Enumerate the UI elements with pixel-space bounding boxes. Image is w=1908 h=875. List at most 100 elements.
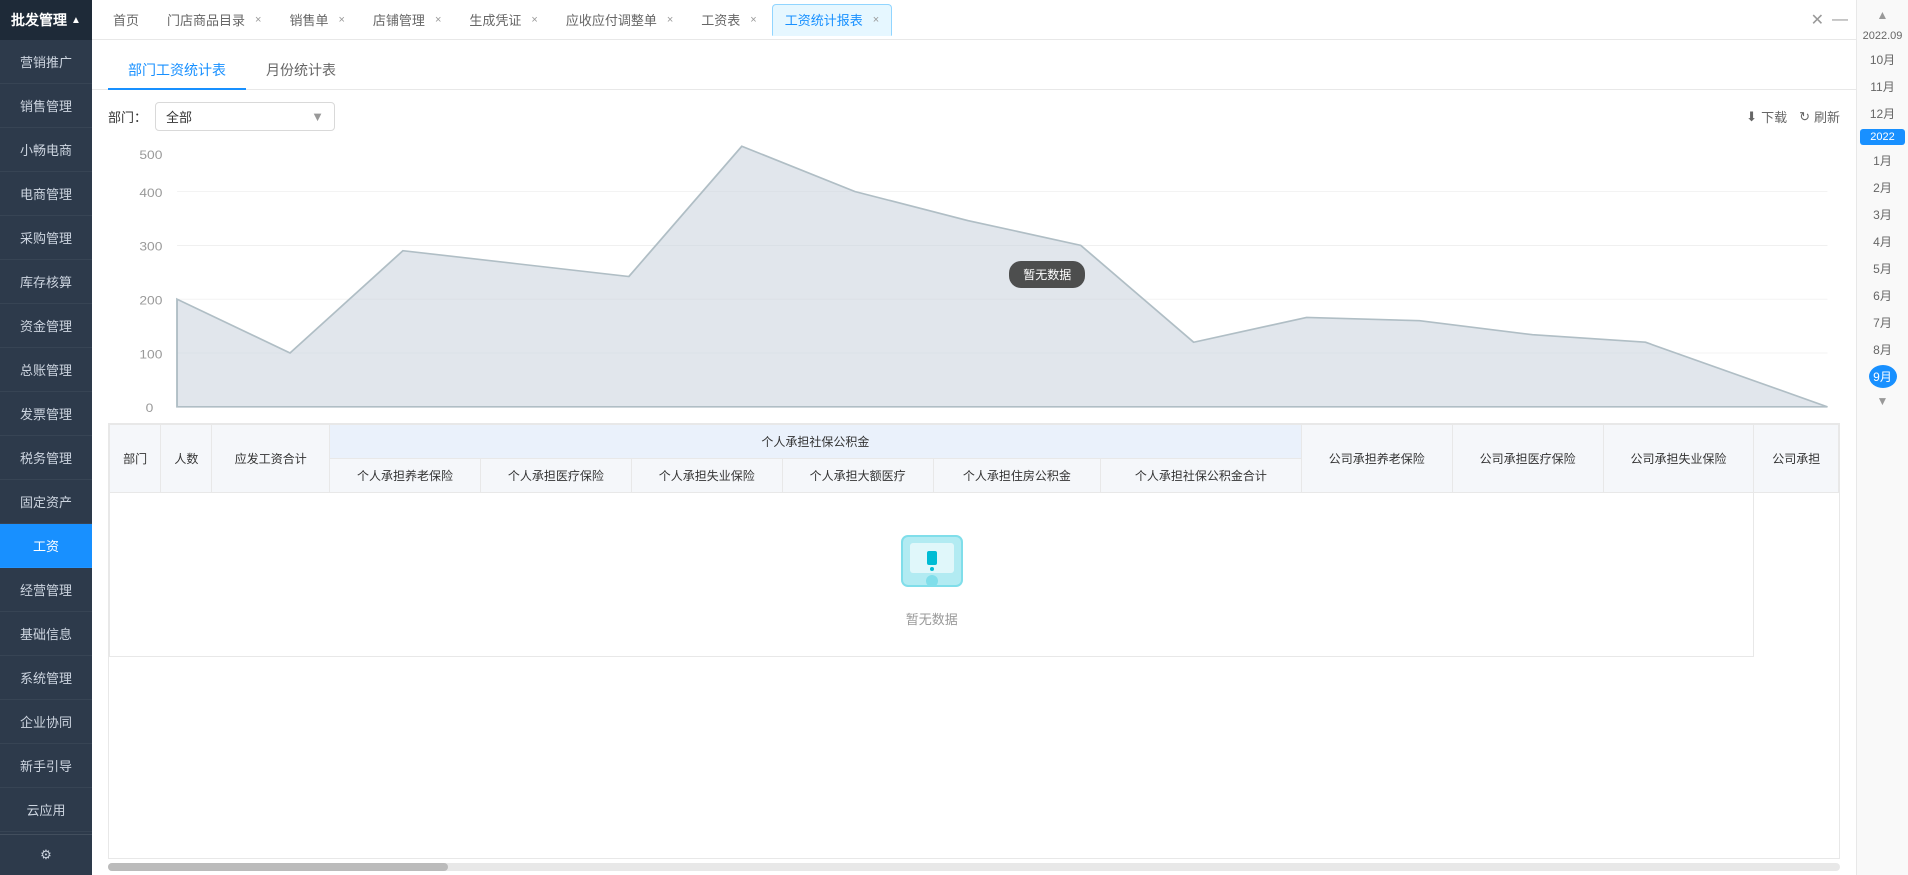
sidebar-item-基础信息[interactable]: 基础信息 — [0, 612, 92, 656]
table-row: 暂无数据 — [110, 493, 1839, 657]
month-item-6月[interactable]: 6月 — [1857, 282, 1908, 309]
month-item-5月[interactable]: 5月 — [1857, 255, 1908, 282]
sidebar-item-工资[interactable]: 工资 — [0, 524, 92, 568]
col-dept: 部门 — [110, 425, 161, 493]
sidebar-item-库存核算[interactable]: 库存核算 — [0, 260, 92, 304]
nav-up-icon[interactable]: ▲ — [1873, 4, 1893, 26]
sidebar-footer[interactable]: ⚙ — [0, 834, 92, 875]
sidebar-item-营销推广[interactable]: 营销推广 — [0, 40, 92, 84]
month-item-7月[interactable]: 7月 — [1857, 309, 1908, 336]
tab-门店商品目录[interactable]: 门店商品目录× — [154, 4, 274, 36]
download-icon: ⬇ — [1746, 109, 1757, 125]
refresh-button[interactable]: ↻ 刷新 — [1799, 107, 1840, 126]
sub-tab-部门工资统计表[interactable]: 部门工资统计表 — [108, 52, 246, 90]
close-all-icon[interactable]: ✕ — [1811, 10, 1824, 30]
tab-close-icon[interactable]: × — [255, 14, 261, 26]
sidebar-item-系统管理[interactable]: 系统管理 — [0, 656, 92, 700]
sidebar-item-税务管理[interactable]: 税务管理 — [0, 436, 92, 480]
tab-店铺管理[interactable]: 店铺管理 × — [360, 4, 454, 36]
table-scrollbar[interactable] — [108, 863, 1840, 871]
tab-工资表[interactable]: 工资表× — [688, 4, 769, 36]
sidebar-item-采购管理[interactable]: 采购管理 — [0, 216, 92, 260]
tab-label: 销售单 — [289, 10, 328, 29]
col-group-social: 个人承担社保公积金 — [330, 425, 1302, 459]
sub-tab-月份统计表[interactable]: 月份统计表 — [246, 52, 356, 90]
svg-text:200: 200 — [139, 293, 162, 307]
month-item-2月[interactable]: 2月 — [1857, 174, 1908, 201]
col-personal-total: 个人承担社保公积金合计 — [1101, 459, 1302, 493]
tab-bar-controls: ✕ — — [1811, 10, 1848, 30]
tab-close-icon[interactable]: × — [667, 14, 673, 26]
tab-close-icon[interactable]: × — [750, 14, 756, 26]
month-item-1月[interactable]: 1月 — [1857, 147, 1908, 174]
year-marker[interactable]: 2022 — [1860, 129, 1906, 145]
col-company-medical: 公司承担医疗保险 — [1452, 425, 1603, 493]
nav-down-icon[interactable]: ▼ — [1873, 390, 1893, 412]
svg-text:300: 300 — [139, 240, 162, 254]
sidebar-item-总账管理[interactable]: 总账管理 — [0, 348, 92, 392]
toolbar-right: ⬇ 下载 ↻ 刷新 — [1746, 107, 1840, 126]
sub-tabs: 部门工资统计表月份统计表 — [92, 40, 1856, 90]
tab-销售单[interactable]: 销售单 × — [276, 4, 357, 36]
sidebar-item-销售管理[interactable]: 销售管理 — [0, 84, 92, 128]
col-company-pension: 公司承担养老保险 — [1301, 425, 1452, 493]
tab-bar: 首页门店商品目录×销售单×店铺管理×生成凭证×应收应付调整单×工资表×工资统计报… — [92, 0, 1856, 40]
svg-text:100: 100 — [139, 347, 162, 361]
month-item-9月[interactable]: 9月 — [1869, 365, 1897, 388]
month-item-10月[interactable]: 10月 — [1857, 46, 1908, 73]
tab-close-icon[interactable]: × — [435, 14, 441, 26]
tab-close-icon[interactable]: × — [338, 14, 344, 26]
tab-label: 应收应付调整单 — [566, 10, 657, 29]
sidebar-item-经营管理[interactable]: 经营管理 — [0, 568, 92, 612]
sidebar-item-固定资产[interactable]: 固定资产 — [0, 480, 92, 524]
svg-text:0: 0 — [146, 401, 154, 415]
col-personal-medical: 个人承担医疗保险 — [480, 459, 631, 493]
sidebar-header[interactable]: 批发管理 ▲ — [0, 0, 92, 40]
sidebar-item-新手引导[interactable]: 新手引导 — [0, 744, 92, 788]
right-panel: ▲2022.09 10月11月12月 2022 1月2月3月4月5月6月7月8月9月… — [1856, 0, 1908, 875]
col-salary-total: 应发工资合计 — [212, 425, 330, 493]
dept-select[interactable]: 全部 ▼ — [155, 102, 335, 131]
sidebar-item-小畅电商[interactable]: 小畅电商 — [0, 128, 92, 172]
tab-label: 首页 — [113, 10, 139, 29]
tab-label: 店铺管理 — [373, 10, 425, 29]
year-label[interactable]: 2022.09 — [1861, 26, 1905, 46]
tab-首页[interactable]: 首页 — [100, 4, 152, 36]
sidebar-item-云应用[interactable]: 云应用 — [0, 788, 92, 832]
tab-应收应付调整单[interactable]: 应收应付调整单 × — [553, 4, 686, 36]
month-item-4月[interactable]: 4月 — [1857, 228, 1908, 255]
col-personal-bigmed: 个人承担大额医疗 — [782, 459, 933, 493]
sidebar-item-电商管理[interactable]: 电商管理 — [0, 172, 92, 216]
col-company-other: 公司承担 — [1754, 425, 1839, 493]
refresh-icon: ↻ — [1799, 109, 1810, 125]
tab-close-icon[interactable]: × — [531, 14, 537, 26]
refresh-label: 刷新 — [1814, 107, 1840, 126]
month-item-11月[interactable]: 11月 — [1857, 73, 1908, 100]
month-item-8月[interactable]: 8月 — [1857, 336, 1908, 363]
sidebar-item-资金管理[interactable]: 资金管理 — [0, 304, 92, 348]
month-item-3月[interactable]: 3月 — [1857, 201, 1908, 228]
svg-text:400: 400 — [139, 186, 162, 200]
sidebar-item-发票管理[interactable]: 发票管理 — [0, 392, 92, 436]
sidebar-title: 批发管理 — [11, 10, 67, 30]
tab-label: 工资统计报表 — [785, 10, 863, 29]
sidebar-items: 营销推广销售管理小畅电商电商管理采购管理库存核算资金管理总账管理发票管理税务管理… — [0, 40, 92, 834]
table-container[interactable]: 部门 人数 应发工资合计 个人承担社保公积金 公司承担养老保险 公司承担医疗保险… — [108, 423, 1840, 859]
minimize-icon[interactable]: — — [1832, 11, 1848, 29]
tab-工资统计报表[interactable]: 工资统计报表 × — [772, 4, 892, 36]
col-company-unemployment: 公司承担失业保险 — [1603, 425, 1754, 493]
dept-label: 部门： — [108, 107, 147, 126]
chart-svg: 0 100 200 300 400 500 — [108, 143, 1840, 423]
dept-value: 全部 — [166, 107, 192, 126]
main-area: 首页门店商品目录×销售单×店铺管理×生成凭证×应收应付调整单×工资表×工资统计报… — [92, 0, 1856, 875]
stats-table: 部门 人数 应发工资合计 个人承担社保公积金 公司承担养老保险 公司承担医疗保险… — [109, 424, 1839, 657]
month-item-12月[interactable]: 12月 — [1857, 100, 1908, 127]
table-scrollbar-thumb — [108, 863, 448, 871]
download-button[interactable]: ⬇ 下载 — [1746, 107, 1787, 126]
tab-close-icon[interactable]: × — [873, 14, 879, 26]
svg-text:500: 500 — [139, 148, 162, 162]
chart-container: 0 100 200 300 400 500 暂无数据 — [92, 143, 1856, 423]
chevron-down-icon: ▼ — [311, 109, 324, 124]
tab-生成凭证[interactable]: 生成凭证× — [456, 4, 550, 36]
sidebar-item-企业协同[interactable]: 企业协同 — [0, 700, 92, 744]
